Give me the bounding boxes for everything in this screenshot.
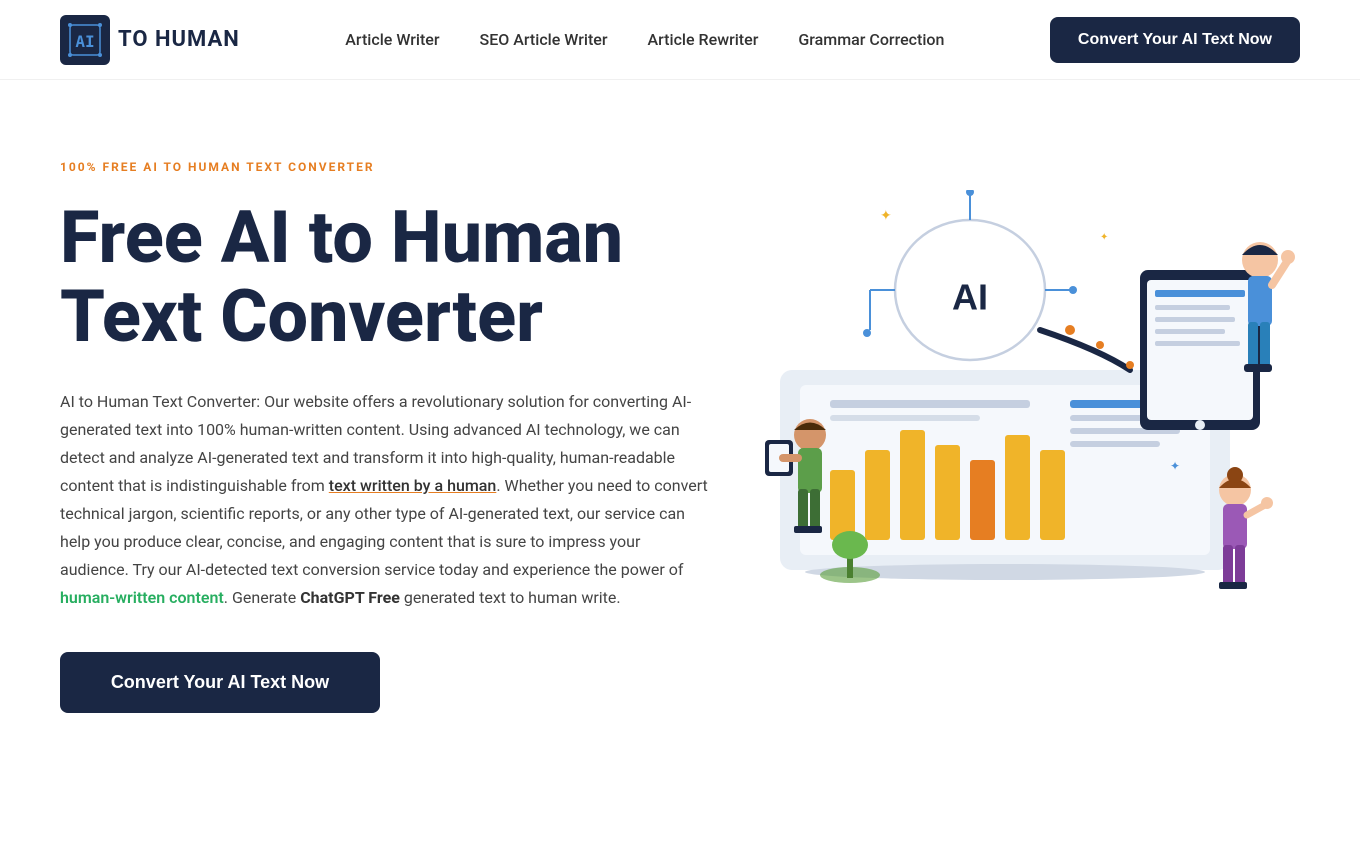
hero-desc-text4: generated text to human write. — [400, 588, 621, 607]
logo[interactable]: AI TO HUMAN — [60, 15, 240, 65]
svg-text:✦: ✦ — [1100, 232, 1108, 243]
hero-section: 100% FREE AI TO HUMAN TEXT CONVERTER Fre… — [0, 80, 1360, 859]
navbar: AI TO HUMAN Article Writer SEO Article W… — [0, 0, 1360, 80]
svg-text:AI: AI — [952, 277, 988, 318]
hero-description: AI to Human Text Converter: Our website … — [60, 388, 710, 612]
hero-cta-button[interactable]: Convert Your AI Text Now — [60, 652, 380, 713]
nav-link-grammar-correction[interactable]: Grammar Correction — [798, 30, 944, 49]
hero-desc-text3: . Generate — [224, 588, 300, 607]
nav-cta-button[interactable]: Convert Your AI Text Now — [1050, 17, 1300, 63]
nav-link-seo-article-writer[interactable]: SEO Article Writer — [480, 30, 608, 49]
svg-text:AI: AI — [75, 32, 94, 51]
hero-highlight3: ChatGPT Free — [300, 588, 400, 607]
logo-icon: AI — [60, 15, 110, 65]
svg-text:✦: ✦ — [1170, 459, 1180, 473]
hero-title: Free AI to Human Text Converter — [60, 198, 710, 356]
hero-illustration: AI — [750, 140, 1310, 640]
hero-title-line2: Text Converter — [60, 274, 543, 359]
hero-highlight1: text written by a human — [329, 476, 497, 495]
nav-link-article-rewriter[interactable]: Article Rewriter — [648, 30, 759, 49]
nav-links: Article Writer SEO Article Writer Articl… — [345, 30, 944, 49]
svg-text:✦: ✦ — [880, 208, 892, 224]
hero-illustration-svg: AI — [750, 190, 1310, 610]
logo-text: TO HUMAN — [118, 27, 240, 52]
hero-highlight2: human-written content — [60, 588, 224, 607]
hero-content: 100% FREE AI TO HUMAN TEXT CONVERTER Fre… — [60, 140, 710, 713]
nav-link-article-writer[interactable]: Article Writer — [345, 30, 439, 49]
hero-title-line1: Free AI to Human — [60, 195, 623, 280]
hero-badge: 100% FREE AI TO HUMAN TEXT CONVERTER — [60, 160, 710, 174]
